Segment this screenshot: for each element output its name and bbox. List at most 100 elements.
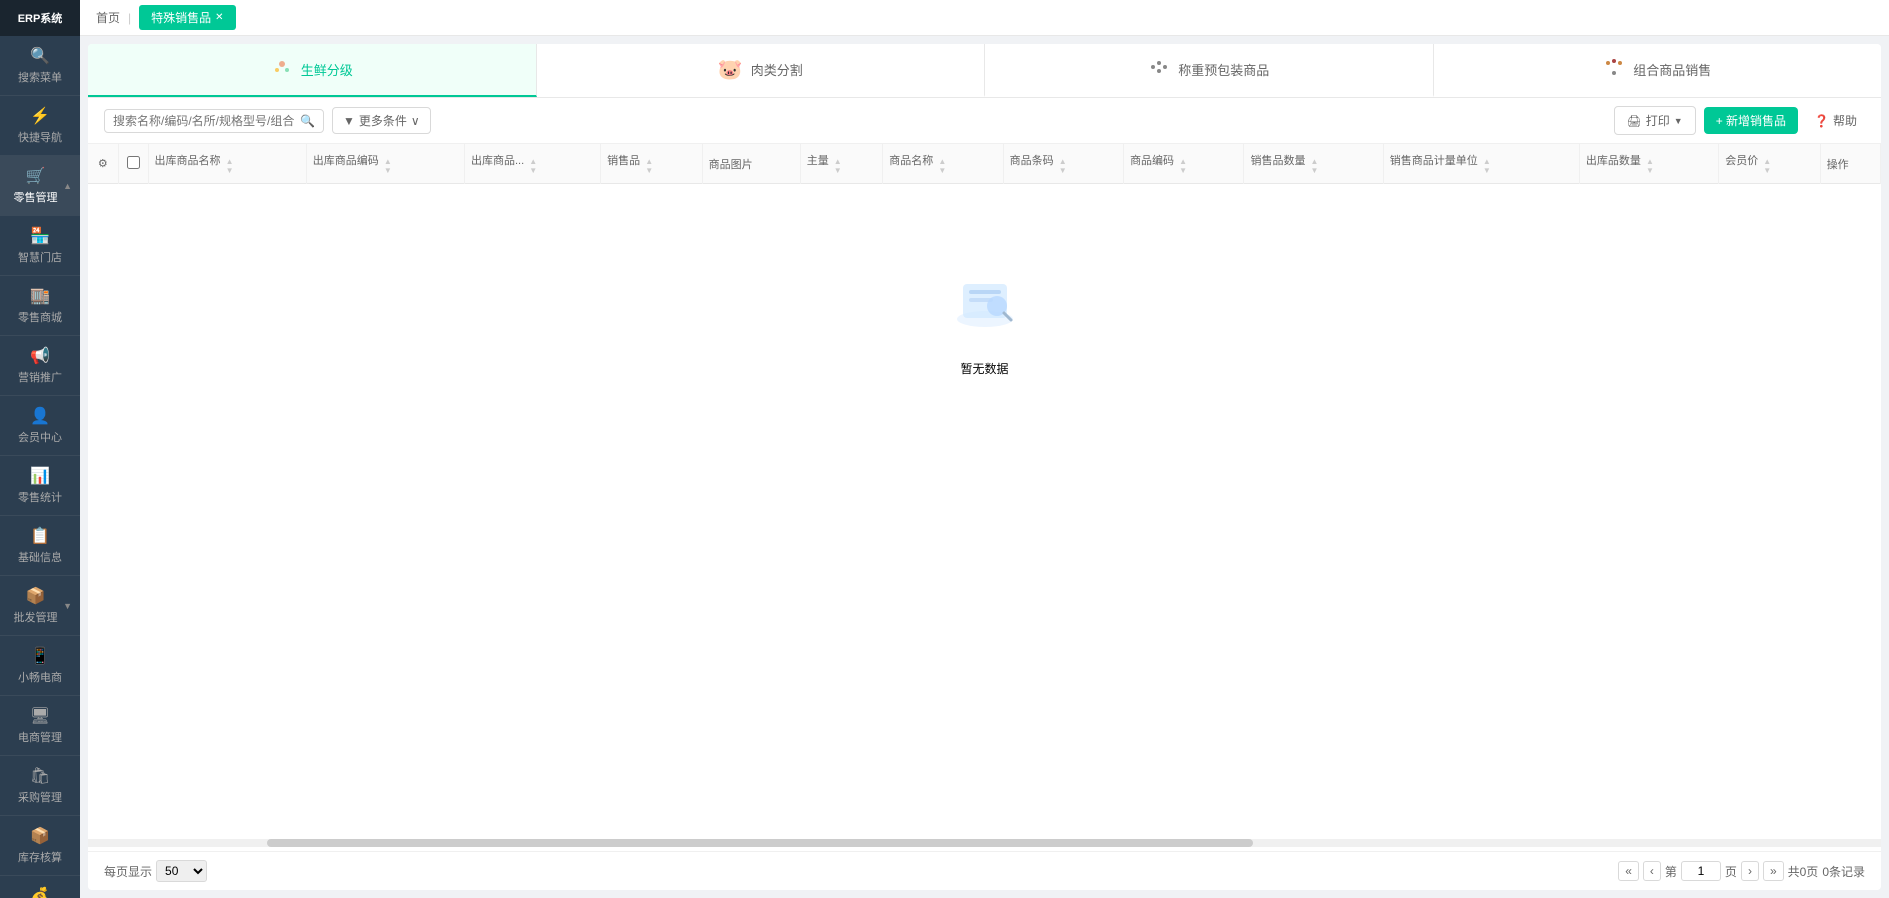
sidebar-item-quick-nav[interactable]: ⚡ 快捷导航 [0, 96, 80, 156]
th-member-price[interactable]: 会员价 ▲▼ [1719, 144, 1820, 184]
sidebar-item-wholesale-mgmt[interactable]: 📦 批发管理 ▼ [0, 576, 80, 636]
new-sale-item-button[interactable]: + 新增销售品 [1704, 107, 1798, 134]
sidebar-item-finance-mgmt[interactable]: 💰 资金管理 [0, 876, 80, 898]
filter-button[interactable]: ▼ 更多条件 ∨ [332, 107, 431, 134]
sidebar-item-sales-promo[interactable]: 📢 营销推广 [0, 336, 80, 396]
select-all-checkbox[interactable] [127, 156, 140, 169]
th-sale-qty[interactable]: 销售品数量 ▲▼ [1244, 144, 1383, 184]
per-page-select[interactable]: 50 10 20 100 [156, 860, 207, 882]
sidebar-item-retail-stats[interactable]: 📊 零售统计 [0, 456, 80, 516]
sort-icon: ▲▼ [834, 157, 842, 175]
tab-fresh-grade[interactable]: 生鲜分级 [88, 44, 537, 97]
th-goods-name[interactable]: 商品名称 ▲▼ [883, 144, 1003, 184]
sidebar-item-inventory[interactable]: 📦 库存核算 [0, 816, 80, 876]
sidebar-item-label: 快捷导航 [18, 129, 62, 145]
sidebar-item-label: 零售商城 [18, 309, 62, 325]
th-sale-item[interactable]: 销售品 ▲▼ [601, 144, 702, 184]
print-button[interactable]: 🖨 打印 ▼ [1614, 106, 1696, 135]
search-icon: 🔍 [300, 114, 315, 128]
tab-weigh-pack[interactable]: 称重预包装商品 [985, 44, 1434, 97]
sidebar-item-retail-mall[interactable]: 🏬 零售商城 [0, 276, 80, 336]
chevron-down-icon: ▲ [63, 181, 72, 191]
member-center-icon: 👤 [30, 406, 50, 426]
sidebar-item-basic-info[interactable]: 📋 基础信息 [0, 516, 80, 576]
close-tab-icon[interactable]: ✕ [215, 12, 223, 23]
sidebar-item-search-menu[interactable]: 🔍 搜索菜单 [0, 36, 80, 96]
empty-state-text: 暂无数据 [960, 360, 1008, 377]
scrollbar-thumb[interactable] [267, 839, 1253, 847]
help-label: 帮助 [1833, 112, 1857, 129]
search-input[interactable] [113, 114, 296, 128]
th-goods-code[interactable]: 商品编码 ▲▼ [1124, 144, 1244, 184]
sort-icon: ▲▼ [384, 157, 392, 175]
next-page-button[interactable]: › [1741, 861, 1759, 881]
breadcrumb-home[interactable]: 首页 [96, 9, 120, 26]
tab-bar: 生鲜分级 🐷 肉类分割 称重预包装商品 [88, 44, 1881, 98]
prev-page-button[interactable]: ‹ [1643, 861, 1661, 881]
tab-combo[interactable]: 组合商品销售 [1434, 44, 1882, 97]
sidebar-item-label: 零售管理 [14, 189, 58, 205]
th-checkbox[interactable] [118, 144, 148, 184]
sort-icon: ▲▼ [1179, 157, 1187, 175]
th-out-qty[interactable]: 出库品数量 ▲▼ [1579, 144, 1718, 184]
toolbar-right: 🖨 打印 ▼ + 新增销售品 ❓ 帮助 [1614, 106, 1865, 135]
search-box[interactable]: 🔍 [104, 109, 324, 133]
pagination-bar: 每页显示 50 10 20 100 « ‹ 第 页 › » 共0页 0条记录 [88, 851, 1881, 890]
fresh-grade-icon [271, 56, 293, 83]
sidebar-item-label: 批发管理 [14, 609, 58, 625]
sidebar-item-label: 采购管理 [18, 789, 62, 805]
th-barcode[interactable]: 商品条码 ▲▼ [1003, 144, 1123, 184]
first-page-button[interactable]: « [1618, 861, 1639, 881]
sidebar-item-purchase-mgmt[interactable]: 🛍 采购管理 [0, 756, 80, 816]
tab-meat-cut[interactable]: 🐷 肉类分割 [537, 44, 986, 97]
th-out-code[interactable]: 出库商品编码 ▲▼ [306, 144, 464, 184]
finance-mgmt-icon: 💰 [30, 886, 50, 898]
retail-stats-icon: 📊 [30, 466, 50, 486]
th-out-spec[interactable]: 出库商品... ▲▼ [465, 144, 601, 184]
filter-icon: ▼ [343, 114, 355, 128]
breadcrumb-current-tab[interactable]: 特殊销售品 ✕ [139, 5, 235, 30]
sidebar-item-member-center[interactable]: 👤 会员中心 [0, 396, 80, 456]
th-ops: 操作 [1820, 144, 1880, 184]
sales-promo-icon: 📢 [30, 346, 50, 366]
tab-label: 生鲜分级 [301, 60, 353, 79]
th-weight[interactable]: 主量 ▲▼ [800, 144, 883, 184]
combo-icon [1603, 56, 1625, 83]
sort-icon: ▲▼ [226, 157, 234, 175]
filter-label: 更多条件 [359, 112, 407, 129]
last-page-button[interactable]: » [1763, 861, 1784, 881]
total-pages: 共0页 [1788, 863, 1819, 880]
page-label-after: 页 [1725, 863, 1737, 880]
sort-icon: ▲▼ [529, 157, 537, 175]
sidebar-item-mini-ecom[interactable]: 📱 小畅电商 [0, 636, 80, 696]
horizontal-scrollbar[interactable] [88, 839, 1881, 847]
new-label: + 新增销售品 [1716, 112, 1786, 129]
tab-label: 肉类分割 [751, 60, 803, 79]
tab-label: 组合商品销售 [1633, 60, 1711, 79]
search-menu-icon: 🔍 [30, 46, 50, 66]
help-button[interactable]: ❓ 帮助 [1806, 107, 1865, 134]
help-icon: ❓ [1814, 114, 1829, 128]
th-out-name[interactable]: 出库商品名称 ▲▼ [148, 144, 306, 184]
th-gear[interactable]: ⚙ [88, 144, 118, 184]
sort-icon: ▲▼ [1311, 157, 1319, 175]
chevron-down-icon: ∨ [411, 114, 420, 128]
data-table: ⚙ 出库商品名称 ▲▼ 出库商品编码 ▲▼ 出库 [88, 144, 1881, 184]
meat-cut-icon: 🐷 [718, 57, 743, 82]
th-sale-unit[interactable]: 销售商品计量单位 ▲▼ [1383, 144, 1579, 184]
current-page-input[interactable] [1681, 861, 1721, 881]
sidebar-item-label: 基础信息 [18, 549, 62, 565]
sort-icon: ▲▼ [1763, 157, 1771, 175]
chevron-right-icon: ▼ [63, 601, 72, 611]
sidebar-item-smart-store[interactable]: 🏪 智慧门店 [0, 216, 80, 276]
sidebar-item-retail-mgmt[interactable]: 🛒 零售管理 ▲ [0, 156, 80, 216]
sidebar-item-ecom-mgmt[interactable]: 🖥 电商管理 [0, 696, 80, 756]
smart-store-icon: 🏪 [30, 226, 50, 246]
wholesale-mgmt-icon: 📦 [26, 586, 46, 606]
th-img[interactable]: 商品图片 [702, 144, 800, 184]
sidebar-item-label: 零售统计 [18, 489, 62, 505]
sidebar: ERP系统 🔍 搜索菜单 ⚡ 快捷导航 🛒 零售管理 ▲ 🏪 智慧门店 🏬 零售… [0, 0, 80, 898]
per-page-selector: 每页显示 50 10 20 100 [104, 860, 207, 882]
retail-mgmt-icon: 🛒 [26, 166, 46, 186]
page-label-before: 第 [1665, 863, 1677, 880]
